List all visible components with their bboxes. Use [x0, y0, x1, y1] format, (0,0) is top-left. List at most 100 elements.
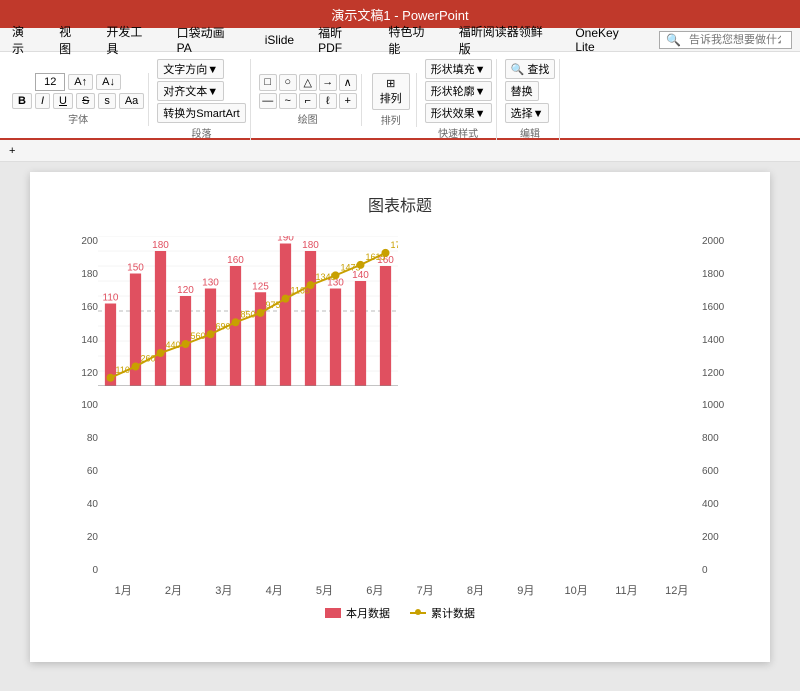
search-input[interactable]	[685, 33, 785, 47]
line-label: 1165	[291, 286, 310, 296]
line-label: 975	[266, 300, 281, 310]
font-group-label: 字体	[68, 111, 88, 126]
strikethrough-btn[interactable]: S	[76, 93, 95, 109]
x-axis: 1月2月3月4月5月6月7月8月9月10月11月12月	[98, 582, 702, 598]
font-size-input[interactable]	[35, 73, 65, 91]
menu-pa[interactable]: 口袋动画 PA	[173, 22, 245, 57]
y-left-label: 60	[87, 466, 98, 477]
bold-btn[interactable]: B	[12, 93, 32, 109]
line-label: 110	[116, 365, 130, 375]
line-dot	[157, 349, 165, 357]
shape-tri-btn[interactable]: △	[299, 74, 317, 91]
x-label: 5月	[299, 582, 349, 598]
bar-label: 125	[252, 281, 269, 292]
shape-connector-btn[interactable]: ⌐	[299, 93, 317, 109]
font-decrease-btn[interactable]: A↓	[96, 74, 121, 90]
line-dot	[132, 363, 140, 371]
y-right-label: 1200	[702, 368, 724, 379]
line-dot	[207, 330, 215, 338]
line-label: 850	[241, 309, 256, 319]
y-left-label: 160	[81, 302, 98, 313]
ribbon-group-edit: 🔍 查找 替换 选择▼ 编辑	[501, 59, 561, 140]
shape-rect-btn[interactable]: □	[259, 74, 277, 91]
menu-features[interactable]: 特色功能	[384, 21, 438, 59]
y-right-label: 400	[702, 499, 719, 510]
line-dot	[232, 318, 240, 326]
y-left-label: 120	[81, 368, 98, 379]
shape-curve-btn[interactable]: ~	[279, 93, 297, 109]
underline-btn[interactable]: U	[53, 93, 73, 109]
bar-label: 180	[302, 240, 319, 251]
menu-islide[interactable]: iSlide	[261, 31, 298, 49]
charspacing-btn[interactable]: Aa	[119, 93, 144, 109]
align-text-btn[interactable]: 对齐文本▼	[157, 81, 224, 101]
ribbon: A↑ A↓ B I U S s Aa 字体 文字方向▼ 对齐文本▼ 转换为Sma…	[0, 52, 800, 140]
ribbon-group-arrange: ⊞ 排列 排列	[366, 73, 417, 127]
line-dot	[107, 374, 115, 382]
menu-view[interactable]: 视图	[55, 21, 86, 59]
quickstyles-group-label: 快速样式	[438, 125, 478, 140]
arrange-group-label: 排列	[381, 112, 401, 127]
line-label: 690	[216, 321, 231, 331]
y-right-label: 2000	[702, 236, 724, 247]
legend-line-color	[410, 612, 426, 614]
legend-line-label: 累计数据	[431, 605, 475, 621]
add-slide-btn[interactable]: +	[6, 144, 18, 158]
bar	[355, 281, 366, 386]
bar-label: 110	[103, 293, 119, 304]
arrange-btn[interactable]: ⊞ 排列	[372, 73, 410, 110]
x-label: 4月	[249, 582, 299, 598]
select-btn[interactable]: 选择▼	[505, 103, 550, 123]
line-label: 560	[191, 331, 206, 341]
slide: 图表标题 200180160140120100806040200 2000180…	[30, 172, 770, 662]
line-dot	[382, 249, 390, 257]
shape-freeform-btn[interactable]: ℓ	[319, 93, 337, 109]
menu-devtools[interactable]: 开发工具	[102, 21, 156, 59]
y-right-label: 200	[702, 532, 719, 543]
bar	[280, 244, 291, 387]
y-left-label: 0	[92, 565, 98, 576]
x-label: 1月	[98, 582, 148, 598]
shape-circle-btn[interactable]: ○	[279, 74, 297, 91]
search-bar[interactable]: 🔍	[659, 31, 792, 49]
y-right-label: 1600	[702, 302, 724, 313]
shape-more-btn[interactable]: +	[339, 93, 357, 109]
text-direction-btn[interactable]: 文字方向▼	[157, 59, 224, 79]
line-label: 440	[166, 340, 181, 350]
shape-line-btn[interactable]: —	[259, 93, 277, 109]
shape-fill-btn[interactable]: 形状填充▼	[425, 59, 492, 79]
shape-arrow-btn[interactable]: →	[319, 74, 337, 91]
legend-line: 累计数据	[410, 605, 475, 621]
y-left-label: 140	[81, 335, 98, 346]
line-label: 260	[141, 354, 156, 364]
find-btn[interactable]: 🔍 查找	[505, 59, 556, 79]
x-label: 9月	[501, 582, 551, 598]
shape-outline-btn[interactable]: 形状轮廓▼	[425, 81, 492, 101]
ribbon-group-font: A↑ A↓ B I U S s Aa 字体	[8, 73, 149, 126]
font-increase-btn[interactable]: A↑	[68, 74, 93, 90]
para-group-label: 段落	[191, 125, 211, 140]
y-right-label: 800	[702, 433, 719, 444]
drawing-group-label: 绘图	[298, 111, 318, 126]
shape-effect-btn[interactable]: 形状效果▼	[425, 103, 492, 123]
bar	[380, 266, 391, 386]
x-label: 6月	[350, 582, 400, 598]
menu-reader[interactable]: 福昕阅读器领鲜版	[455, 21, 556, 59]
y-right-label: 1800	[702, 269, 724, 280]
x-label: 7月	[400, 582, 450, 598]
line-dot	[282, 295, 290, 303]
shadow-btn[interactable]: s	[98, 93, 116, 109]
convert-smartart-btn[interactable]: 转换为SmartArt	[157, 103, 245, 123]
line-dot	[332, 271, 340, 279]
y-left-label: 200	[81, 236, 98, 247]
line-dot	[307, 281, 315, 289]
menu-onekey[interactable]: OneKey Lite	[571, 24, 643, 56]
italic-btn[interactable]: I	[35, 93, 50, 109]
edit-group-label: 编辑	[520, 125, 540, 140]
shape-para-btn[interactable]: ∧	[339, 74, 357, 91]
x-label: 2月	[148, 582, 198, 598]
bar-label: 120	[177, 285, 194, 296]
replace-btn[interactable]: 替换	[505, 81, 539, 101]
menu-demo[interactable]: 演示	[8, 21, 39, 59]
menu-pdf[interactable]: 福昕PDF	[314, 22, 368, 57]
